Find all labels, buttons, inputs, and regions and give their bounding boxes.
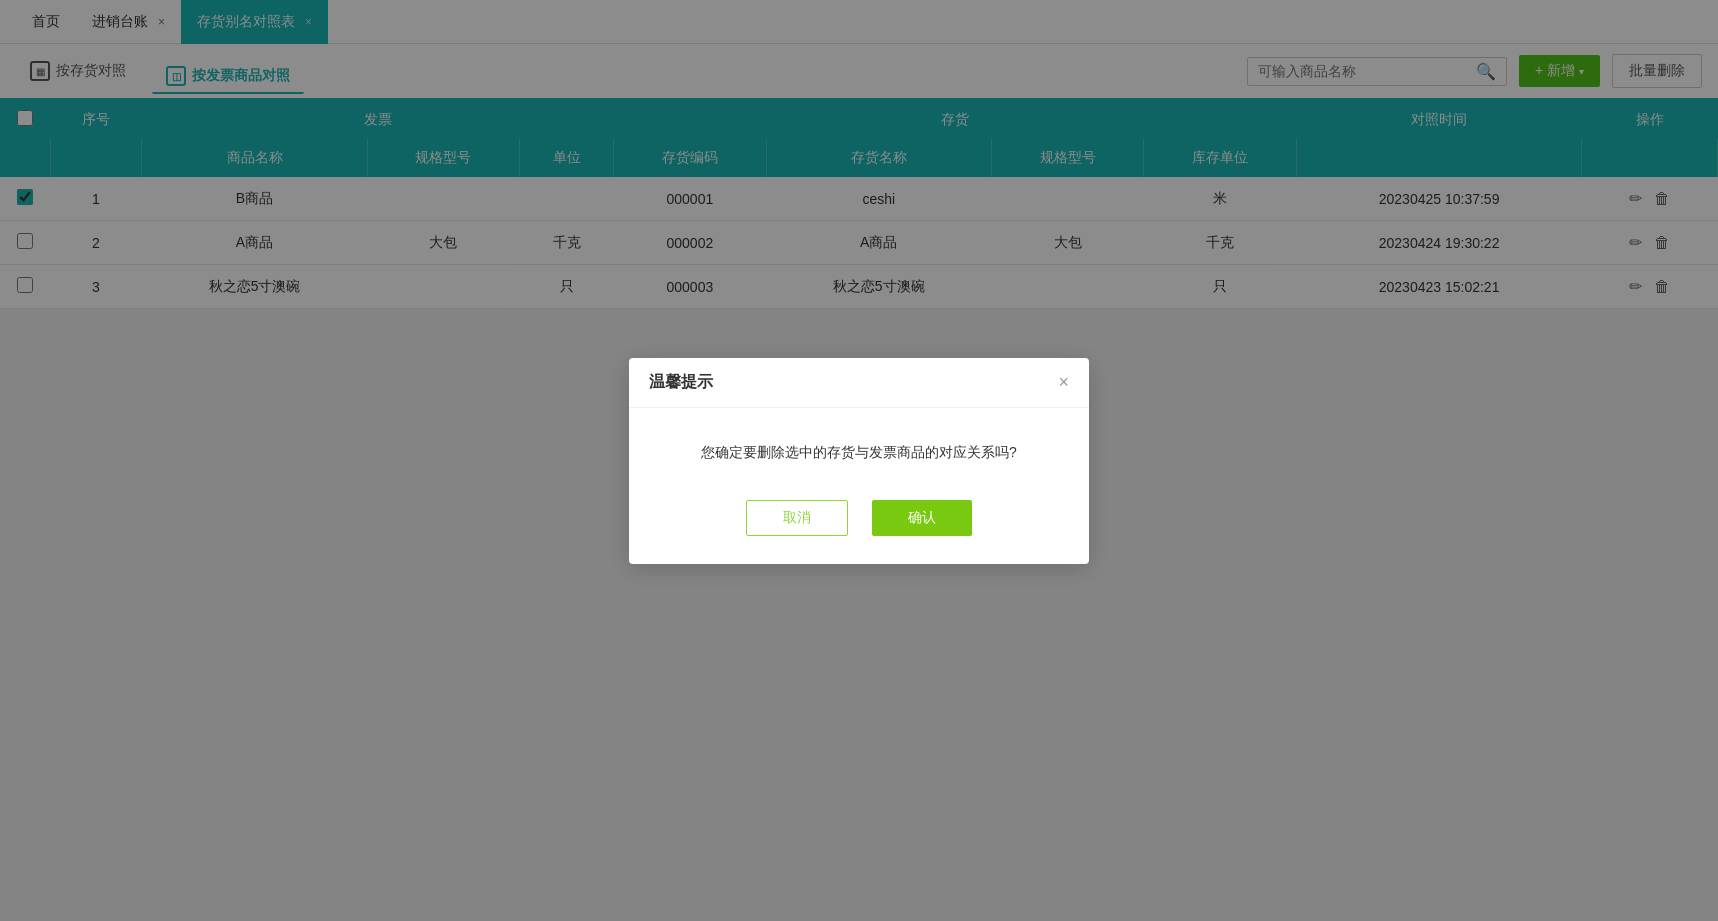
modal-overlay: 温馨提示 × 您确定要删除选中的存货与发票商品的对应关系吗? 取消 确认 (0, 0, 1718, 309)
